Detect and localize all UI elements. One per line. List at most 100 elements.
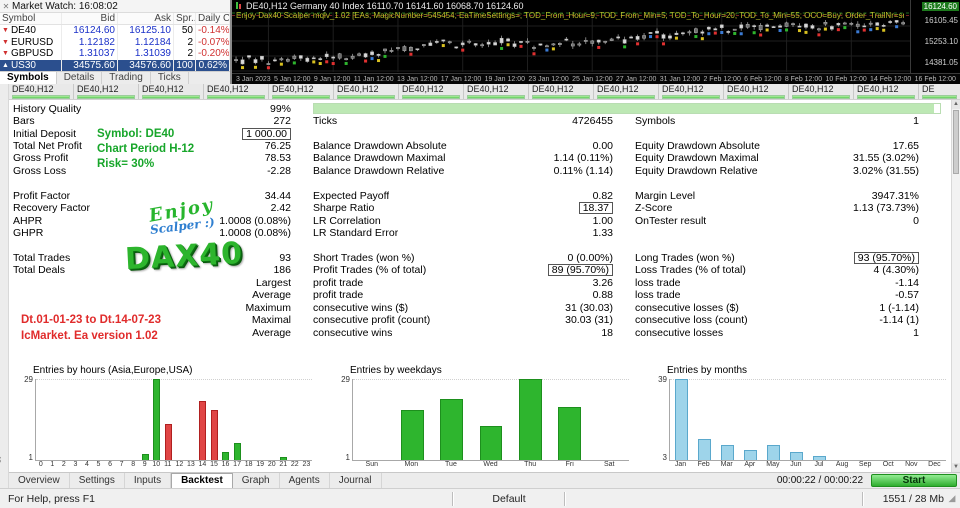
status-profile[interactable]: Default [454,493,564,505]
report-label: loss trade [635,289,681,302]
agent-tab-label: DE40,H12 [857,85,899,94]
x-label: 14 [198,461,207,468]
x-label: May [766,461,780,468]
agent-tab-7[interactable]: DE40,H12 [464,84,529,99]
tester-tab-agents[interactable]: Agents [280,473,330,488]
agent-progress-bar [337,95,395,99]
report-value: 3.26 [592,276,613,289]
y-axis-min-label: 1 [345,453,350,462]
agent-progress-fill [858,96,914,98]
agent-tab-12[interactable]: DE40,H12 [789,84,854,99]
tester-tab-overview[interactable]: Overview [9,473,70,488]
agent-tab-1[interactable]: DE40,H12 [74,84,139,99]
report-label: profit trade [313,289,364,302]
report-label: consecutive loss (count) [635,314,748,327]
tester-tab-backtest[interactable]: Backtest [171,473,233,488]
report-label: consecutive wins ($) [313,301,409,314]
report-value: 1 000.00 [242,127,291,140]
report-label: consecutive profit (count) [313,314,431,327]
chart-plot: 29 1 [24,375,312,462]
agent-progress-fill [663,96,719,98]
vertical-scrollbar[interactable]: ▲ ▼ [951,100,960,472]
market-row-EURUSD[interactable]: ▼ EURUSD 1.12182 1.12184 2 -0.07% [0,36,230,48]
x-label: 7 [119,461,124,468]
report-label: Balance Drawdown Absolute [313,139,447,152]
tester-tab-journal[interactable]: Journal [330,473,382,488]
market-row-GBPUSD[interactable]: ▼ GBPUSD 1.31037 1.31039 2 -0.20% [0,48,230,60]
report-value: 0 (0.00%) [567,251,613,264]
report-value: 1.00 [592,214,613,227]
bar-column [117,379,129,460]
agent-tab-13[interactable]: DE40,H12 [854,84,919,99]
bar-column [670,379,693,460]
arrow-down-icon: ▼ [2,50,9,57]
report-value: -1.14 [895,276,919,289]
bar-column [105,379,117,460]
agent-progress-bar [207,95,265,99]
tab-symbols[interactable]: Symbols [0,72,57,84]
report-label: Total Trades [13,251,71,264]
bar-column [82,379,94,460]
agent-tab-6[interactable]: DE40,H12 [399,84,464,99]
report-cell: profit trade 3.26 [313,277,635,289]
scroll-down-icon[interactable]: ▼ [952,463,960,472]
bar-11 [164,423,172,460]
tester-tab-graph[interactable]: Graph [233,473,280,488]
tab-ticks[interactable]: Ticks [151,72,189,84]
market-row-US30[interactable]: ▲ US30 34575.60 34576.60 100 0.62% [0,59,230,71]
report-label: Balance Drawdown Maximal [313,152,446,165]
bid-cell: 16124.60 [62,25,118,37]
agent-tab-3[interactable]: DE40,H12 [204,84,269,99]
bar-9 [141,454,149,460]
tester-side-strip: Strategy Tester [0,84,9,488]
chart-plot: 39 3 [658,375,946,462]
tester-tab-inputs[interactable]: Inputs [125,473,172,488]
agent-tab-4[interactable]: DE40,H12 [269,84,334,99]
agent-progress-bar [272,95,330,99]
agent-tab-2[interactable]: DE40,H12 [139,84,204,99]
agent-tab-11[interactable]: DE40,H12 [724,84,789,99]
column-header-1[interactable]: Bid [62,13,118,24]
report-label: Margin Level [635,189,696,202]
bar-Mon [400,409,424,460]
agent-tab-8[interactable]: DE40,H12 [529,84,594,99]
report-label: LR Correlation [313,214,381,227]
agent-tab-10[interactable]: DE40,H12 [659,84,724,99]
bar-16 [222,451,230,460]
column-header-0[interactable]: Symbol [0,13,62,24]
chart-panel[interactable]: DE40,H12 Germany 40 Index 16110.70 16141… [232,0,960,84]
column-header-2[interactable]: Ask [118,13,174,24]
agent-progress-fill [78,96,134,98]
report-cell: consecutive loss (count) -1.14 (1) [635,314,941,326]
arrow-down-icon: ▼ [2,38,9,46]
agent-tab-5[interactable]: DE40,H12 [334,84,399,99]
history-quality-bar [313,103,941,114]
agent-tab-0[interactable]: DE40,H12 [9,84,74,99]
ea-logo: Enjoy Scalper :) DAX40 [106,195,262,316]
column-header-3[interactable]: Spr... [174,13,196,24]
report-label: Initial Deposit [13,127,77,140]
scrollbar-thumb[interactable] [953,110,959,174]
agent-tab-14[interactable]: DE [919,84,960,99]
column-header-4[interactable]: Daily C... [196,13,230,24]
close-icon[interactable]: ✕ [0,0,12,13]
report-value: -0.57 [895,289,919,302]
current-price-label: 16124.60 [921,2,959,11]
report-gap [9,177,951,189]
start-button[interactable]: Start [871,474,957,487]
bar-column [278,379,290,460]
report-value: 30.03 (31) [565,314,613,327]
tab-trading[interactable]: Trading [102,72,151,84]
agent-tab-9[interactable]: DE40,H12 [594,84,659,99]
report-label: Expected Payoff [313,189,390,202]
x-axis-labels: 0 1 2 3 4 5 6 7 8 9 10 11 12 13 14 15 16 17 18 19 20 21 22 23 [35,461,312,472]
symbol-cell: ▲ US30 [0,59,62,71]
bar-column [94,379,106,460]
market-row-DE40[interactable]: ▼ DE40 16124.60 16125.10 50 -0.14% [0,25,230,37]
tab-details[interactable]: Details [57,72,103,84]
tester-tab-settings[interactable]: Settings [70,473,125,488]
bar-column [716,379,739,460]
scroll-up-icon[interactable]: ▲ [952,100,960,109]
candle-icon [236,1,242,11]
resize-grip-icon[interactable]: ◢ [944,493,960,504]
